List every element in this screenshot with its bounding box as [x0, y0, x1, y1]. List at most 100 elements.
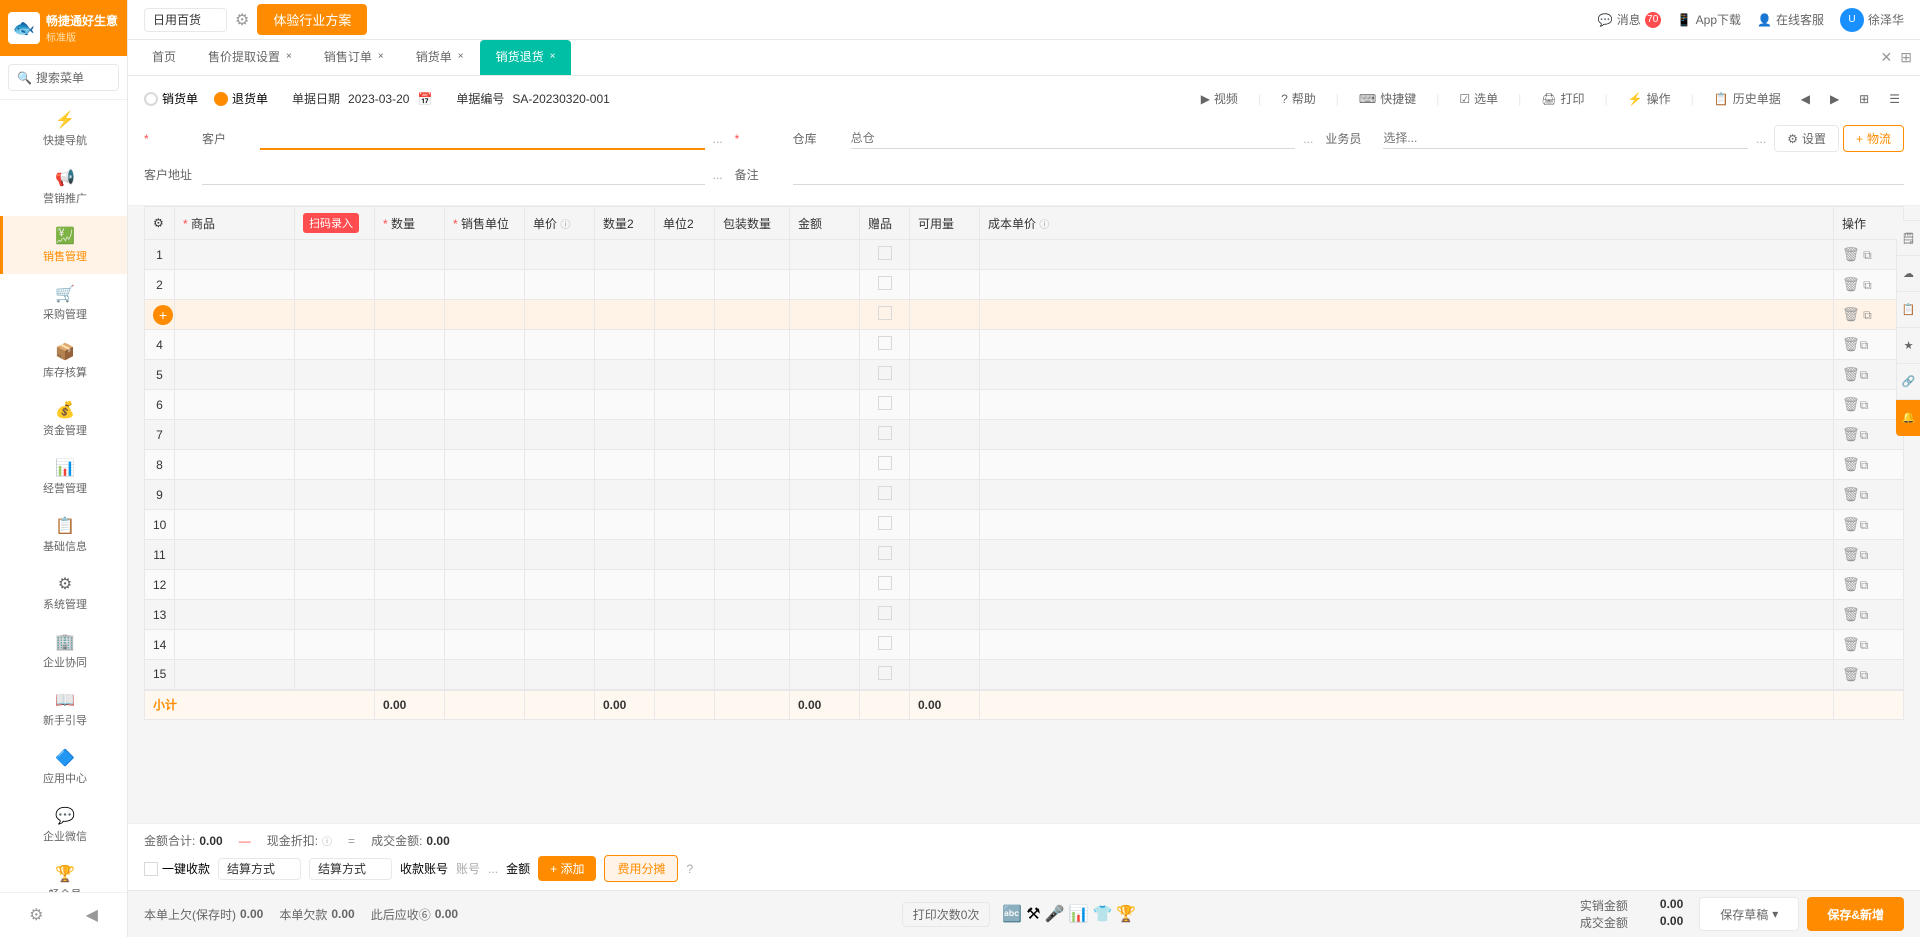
customer-dots[interactable]: ...	[713, 132, 723, 146]
pack-qty-cell[interactable]	[715, 270, 790, 300]
sidebar-item-finance[interactable]: 💰 资金管理	[0, 390, 127, 448]
gift-checkbox[interactable]	[878, 546, 892, 560]
date-picker-btn[interactable]: 📅	[417, 92, 432, 106]
delete-row-btn[interactable]: 🗑	[1842, 576, 1860, 593]
delete-row-btn[interactable]: 🗑	[1842, 516, 1860, 533]
tab-return[interactable]: 销货退货 ×	[480, 40, 572, 75]
qty-cell[interactable]	[375, 240, 445, 270]
customer-input[interactable]	[260, 128, 705, 150]
sidebar-item-vip[interactable]: 🏆 畅会员	[0, 854, 127, 892]
sidebar-item-operations[interactable]: 📊 经营管理	[0, 448, 127, 506]
tab-price-settings-close[interactable]: ×	[286, 51, 292, 62]
staff-dots[interactable]: ...	[1756, 132, 1766, 146]
add-fee-btn[interactable]: + 添加	[538, 856, 596, 881]
settings-btn[interactable]: ⚙ 设置	[1774, 125, 1839, 152]
tab-sales-order-close[interactable]: ×	[378, 51, 384, 62]
copy-row-btn[interactable]: ⧉	[1863, 278, 1872, 293]
sidebar-settings-btn[interactable]: ⚙	[25, 901, 47, 929]
copy-row-btn[interactable]: ⧉	[1860, 608, 1869, 623]
address-dots[interactable]: ...	[713, 168, 723, 182]
radio-shipment[interactable]: 销货单	[144, 90, 198, 107]
unit-cell[interactable]	[445, 240, 525, 270]
product-cell[interactable]	[175, 240, 295, 270]
save-new-btn[interactable]: 保存&新增	[1807, 897, 1904, 931]
gift-checkbox[interactable]	[878, 666, 892, 680]
delete-row-btn[interactable]: 🗑	[1842, 246, 1860, 263]
account-dots-btn[interactable]: ...	[488, 862, 498, 876]
select-btn[interactable]: ☑ 选单	[1455, 88, 1502, 109]
gift-cell[interactable]	[860, 300, 910, 330]
available-cell[interactable]	[910, 300, 980, 330]
tool-icon-2[interactable]: ⚒	[1026, 904, 1040, 924]
copy-row-btn[interactable]: ⧉	[1860, 548, 1869, 563]
delete-row-btn[interactable]: 🗑	[1842, 366, 1860, 383]
unit2-cell[interactable]	[655, 270, 715, 300]
gift-checkbox[interactable]	[878, 306, 892, 320]
qty2-cell[interactable]	[595, 270, 655, 300]
gift-checkbox[interactable]	[878, 606, 892, 620]
amount-cell[interactable]	[790, 270, 860, 300]
next-btn[interactable]: ▶	[1826, 90, 1843, 108]
warehouse-input[interactable]	[851, 128, 1296, 149]
sidebar-item-inventory[interactable]: 📦 库存核算	[0, 332, 127, 390]
history-btn[interactable]: 📋 历史单据	[1710, 88, 1785, 109]
gift-checkbox[interactable]	[878, 336, 892, 350]
tab-close-btn[interactable]: ✕	[1881, 49, 1893, 66]
app-download-item[interactable]: 📱 App下载	[1677, 11, 1741, 28]
product-cell[interactable]	[175, 270, 295, 300]
tool-icon-4[interactable]: 📊	[1069, 904, 1089, 924]
qty2-cell[interactable]	[595, 240, 655, 270]
gift-checkbox[interactable]	[878, 636, 892, 650]
gift-cell[interactable]	[860, 240, 910, 270]
gift-checkbox[interactable]	[878, 396, 892, 410]
sidebar-item-system[interactable]: ⚙ 系统管理	[0, 564, 127, 622]
copy-row-btn[interactable]: ⧉	[1860, 668, 1869, 683]
qty-cell[interactable]	[375, 270, 445, 300]
sidebar-item-marketing[interactable]: 📢 营销推广	[0, 158, 127, 216]
unit2-cell[interactable]	[655, 300, 715, 330]
help-btn[interactable]: ? 帮助	[1277, 88, 1320, 109]
copy-row-btn[interactable]: ⧉	[1863, 248, 1872, 263]
address-input[interactable]	[202, 164, 705, 185]
copy-row-btn[interactable]: ⧉	[1860, 368, 1869, 383]
settlement-method-select[interactable]: 结算方式	[218, 858, 301, 880]
online-service-item[interactable]: 👤 在线客服	[1757, 11, 1824, 28]
grid-view-btn[interactable]: ⊞	[1855, 90, 1873, 108]
tab-expand-btn[interactable]: ⊞	[1900, 49, 1912, 66]
copy-row-btn[interactable]: ⧉	[1860, 458, 1869, 473]
delete-row-btn[interactable]: 🗑	[1842, 306, 1860, 323]
copy-row-btn[interactable]: ⧉	[1860, 398, 1869, 413]
cost-price-cell[interactable]	[980, 240, 1834, 270]
delete-row-btn[interactable]: 🗑	[1842, 396, 1860, 413]
sidebar-item-enterprise[interactable]: 🏢 企业协同	[0, 622, 127, 680]
tab-delivery[interactable]: 销货单 ×	[400, 40, 480, 75]
tab-home[interactable]: 首页	[136, 40, 192, 75]
unit-cell[interactable]	[445, 270, 525, 300]
gift-checkbox[interactable]	[878, 276, 892, 290]
price-cell[interactable]	[525, 300, 595, 330]
shortcut-btn[interactable]: ⌨ 快捷键	[1355, 88, 1420, 109]
copy-row-btn[interactable]: ⧉	[1860, 518, 1869, 533]
sidebar-item-appstore[interactable]: 🔷 应用中心	[0, 738, 127, 796]
delete-row-btn[interactable]: 🗑	[1842, 636, 1860, 653]
delete-row-btn[interactable]: 🗑	[1842, 546, 1860, 563]
sidebar-collapse-btn[interactable]: ◀	[82, 901, 102, 929]
quick-cloud-btn[interactable]: ☁	[1896, 256, 1920, 292]
price-cell[interactable]	[525, 270, 595, 300]
logistics-btn[interactable]: + 物流	[1843, 125, 1904, 152]
notification-item[interactable]: 💬 消息 70	[1598, 11, 1661, 28]
one-click-cb[interactable]	[144, 862, 158, 876]
gift-checkbox[interactable]	[878, 426, 892, 440]
calc-method-select[interactable]: 结算方式	[309, 858, 392, 880]
pack-qty-cell[interactable]	[715, 300, 790, 330]
available-cell[interactable]	[910, 240, 980, 270]
industry-select[interactable]: 日用百货	[144, 8, 227, 32]
sidebar-item-quicknav[interactable]: ⚡ 快捷导航	[0, 100, 127, 158]
quick-clip-btn[interactable]: 📋	[1896, 292, 1920, 328]
copy-row-btn[interactable]: ⧉	[1860, 428, 1869, 443]
unit-cell[interactable]	[445, 300, 525, 330]
tool-icon-3[interactable]: 🎤	[1045, 904, 1065, 924]
cost-price-cell[interactable]	[980, 300, 1834, 330]
copy-row-btn[interactable]: ⧉	[1860, 338, 1869, 353]
save-draft-btn[interactable]: 保存草稿 ▾	[1699, 897, 1799, 931]
